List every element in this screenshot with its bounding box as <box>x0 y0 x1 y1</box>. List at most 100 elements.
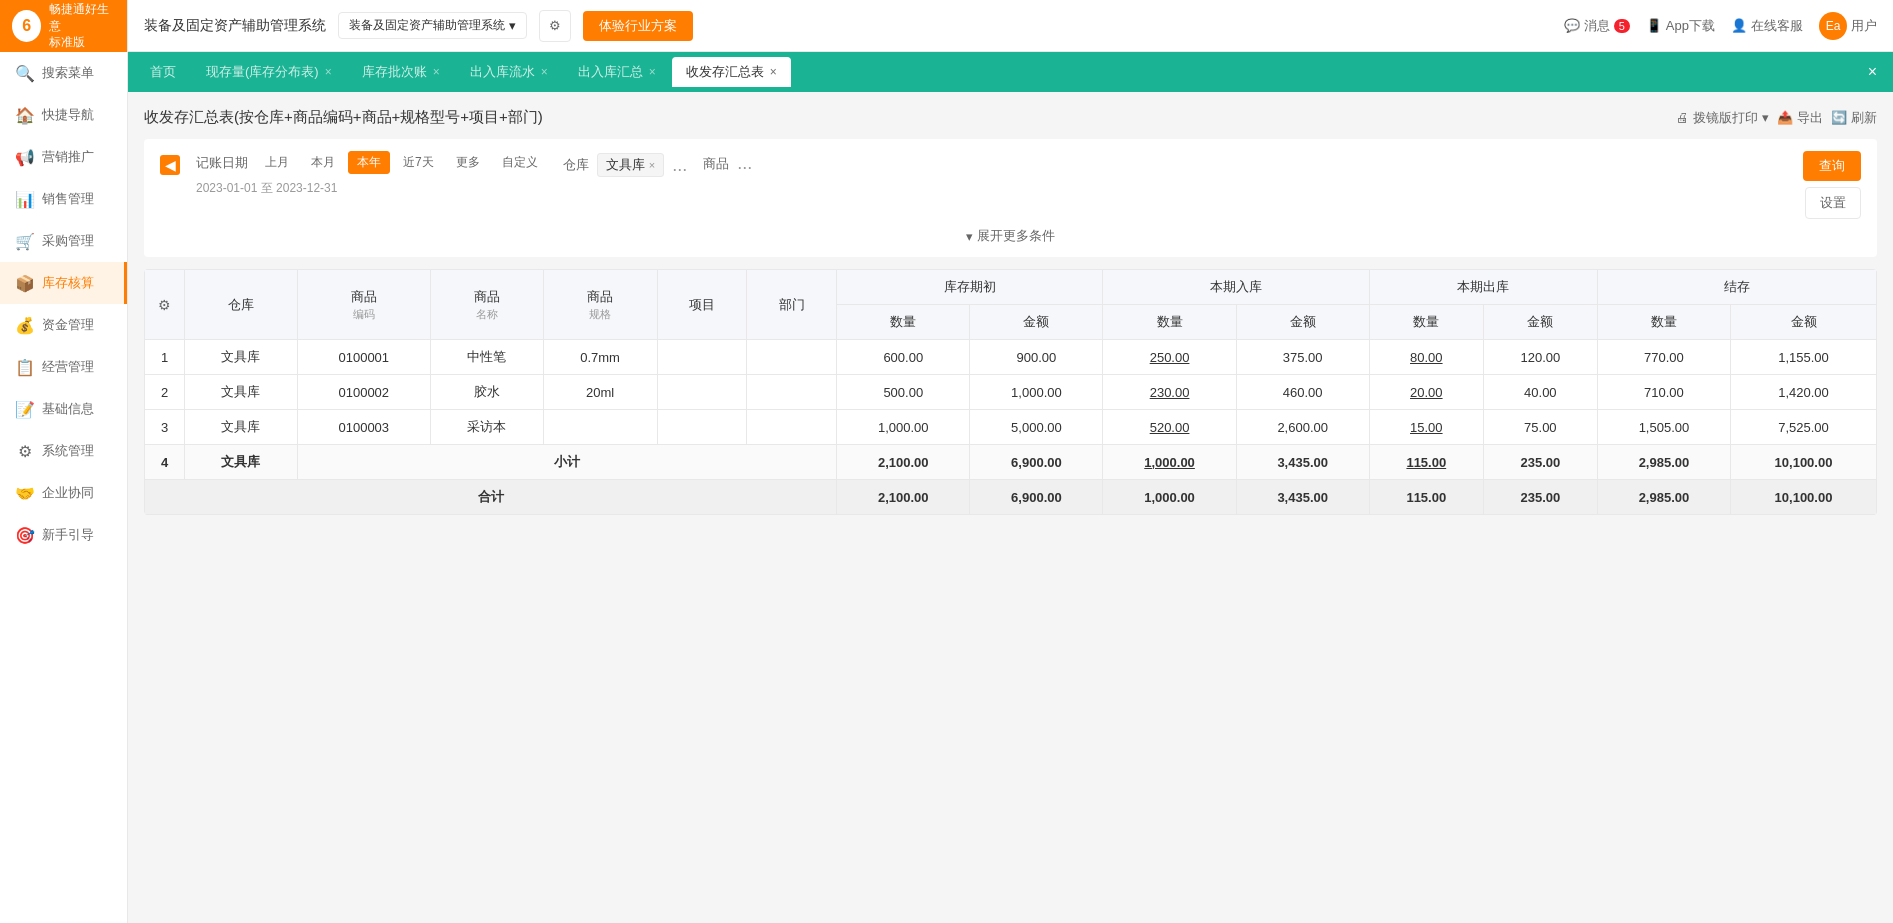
subtotal-opening-qty: 2,100.00 <box>837 445 970 480</box>
subtotal-in-qty[interactable]: 1,000.00 <box>1103 445 1236 480</box>
online-service-button[interactable]: 👤 在线客服 <box>1731 17 1803 35</box>
filter-area: ◀ 记账日期 上月 本月 本年 近7天 更多 自定义 <box>144 139 1877 257</box>
department-header: 部门 <box>747 270 837 340</box>
sidebar-item-system[interactable]: ⚙ 系统管理 <box>0 430 127 472</box>
enterprise-icon: 🤝 <box>16 484 34 502</box>
page-actions: 🖨 拨镜版打印 ▾ 📤 导出 🔄 刷新 <box>1676 109 1877 127</box>
warehouse-tag[interactable]: 文具库 × <box>597 153 664 177</box>
row-in-qty[interactable]: 520.00 <box>1103 410 1236 445</box>
row-in-qty[interactable]: 250.00 <box>1103 340 1236 375</box>
warehouse-tag-close-icon[interactable]: × <box>649 159 655 171</box>
message-button[interactable]: 💬 消息 5 <box>1564 17 1630 35</box>
phone-icon: 📱 <box>1646 18 1662 33</box>
chevron-down-icon: ▾ <box>1762 110 1769 125</box>
sidebar-item-capital[interactable]: 💰 资金管理 <box>0 304 127 346</box>
row-opening-qty: 500.00 <box>837 375 970 410</box>
this-month-btn[interactable]: 本月 <box>302 151 344 174</box>
tab-close-icon[interactable]: × <box>770 65 777 79</box>
last-7-days-btn[interactable]: 近7天 <box>394 151 443 174</box>
row-opening-qty: 1,000.00 <box>837 410 970 445</box>
tab-close-icon[interactable]: × <box>325 65 332 79</box>
more-btn[interactable]: 更多 <box>447 151 489 174</box>
goods-spec-header: 商品规格 <box>543 270 657 340</box>
date-buttons: 上月 本月 本年 近7天 更多 自定义 <box>256 151 547 174</box>
expand-row: ▾ 展开更多条件 <box>160 227 1861 245</box>
row-in-qty[interactable]: 230.00 <box>1103 375 1236 410</box>
row-department <box>747 340 837 375</box>
opening-header: 库存期初 <box>837 270 1103 305</box>
expand-button[interactable]: ▾ 展开更多条件 <box>966 227 1055 245</box>
tab-close-icon[interactable]: × <box>649 65 656 79</box>
main-content: 首页 现存量(库存分布表) × 库存批次账 × 出入库流水 × 出入库汇总 × … <box>128 52 1893 923</box>
app-download-button[interactable]: 📱 App下载 <box>1646 17 1715 35</box>
subtotal-balance-qty: 2,985.00 <box>1597 445 1730 480</box>
refresh-icon: 🔄 <box>1831 110 1847 125</box>
goods-label: 商品 <box>703 155 729 173</box>
logo-icon: 6 <box>12 10 41 42</box>
refresh-button[interactable]: 🔄 刷新 <box>1831 109 1877 127</box>
goods-more[interactable]: ... <box>737 153 752 174</box>
tab-recv-send-summary[interactable]: 收发存汇总表 × <box>672 57 791 87</box>
custom-btn[interactable]: 自定义 <box>493 151 547 174</box>
sidebar-item-marketing[interactable]: 📢 营销推广 <box>0 136 127 178</box>
tab-close-icon[interactable]: × <box>541 65 548 79</box>
total-balance-qty: 2,985.00 <box>1597 480 1730 515</box>
tab-bar: 首页 现存量(库存分布表) × 库存批次账 × 出入库流水 × 出入库汇总 × … <box>128 52 1893 92</box>
balance-amt-header: 金额 <box>1731 305 1877 340</box>
row-out-qty[interactable]: 15.00 <box>1369 410 1483 445</box>
last-month-btn[interactable]: 上月 <box>256 151 298 174</box>
tab-home-label: 首页 <box>150 63 176 81</box>
user-button[interactable]: Ea 用户 <box>1819 12 1877 40</box>
subtotal-row: 4 文具库 小计 2,100.00 6,900.00 1,000.00 3,43… <box>145 445 1877 480</box>
system-selector[interactable]: 装备及固定资产辅助管理系统 ▾ <box>338 12 527 39</box>
avatar: Ea <box>1819 12 1847 40</box>
sidebar-item-operation[interactable]: 📋 经营管理 <box>0 346 127 388</box>
filter-toggle[interactable]: ◀ <box>160 155 180 175</box>
row-out-amt: 40.00 <box>1483 375 1597 410</box>
row-out-qty[interactable]: 80.00 <box>1369 340 1483 375</box>
tab-in-out-summary[interactable]: 出入库汇总 × <box>564 57 670 87</box>
sidebar-item-search[interactable]: 🔍 搜索菜单 <box>0 52 127 94</box>
query-button[interactable]: 查询 <box>1803 151 1861 181</box>
home-icon: 🏠 <box>16 106 34 124</box>
tab-close-icon[interactable]: × <box>433 65 440 79</box>
warehouse-more[interactable]: ... <box>672 155 687 176</box>
tab-batch-account[interactable]: 库存批次账 × <box>348 57 454 87</box>
export-button[interactable]: 📤 导出 <box>1777 109 1823 127</box>
in-amt-header: 金额 <box>1236 305 1369 340</box>
out-qty-header: 数量 <box>1369 305 1483 340</box>
expand-icon: ▾ <box>966 229 973 244</box>
subtotal-opening-amt: 6,900.00 <box>970 445 1103 480</box>
table-header: ⚙ 仓库 商品编码 商品名称 商品规格 项目 部门 库存期初 本期入库 本期出库… <box>145 270 1877 340</box>
table-container: ⚙ 仓库 商品编码 商品名称 商品规格 项目 部门 库存期初 本期入库 本期出库… <box>144 269 1877 515</box>
row-in-amt: 375.00 <box>1236 340 1369 375</box>
sidebar-item-inventory[interactable]: 📦 库存核算 <box>0 262 127 304</box>
operation-icon: 📋 <box>16 358 34 376</box>
this-year-btn[interactable]: 本年 <box>348 151 390 174</box>
trial-button[interactable]: 体验行业方案 <box>583 11 693 41</box>
row-in-amt: 460.00 <box>1236 375 1369 410</box>
tab-home[interactable]: 首页 <box>136 57 190 87</box>
total-opening-qty: 2,100.00 <box>837 480 970 515</box>
row-out-qty[interactable]: 20.00 <box>1369 375 1483 410</box>
sidebar-item-purchase[interactable]: 🛒 采购管理 <box>0 220 127 262</box>
message-icon: 💬 <box>1564 18 1580 33</box>
row-balance-amt: 1,420.00 <box>1731 375 1877 410</box>
sidebar-item-quick-nav[interactable]: 🏠 快捷导航 <box>0 94 127 136</box>
tab-in-out-flow[interactable]: 出入库流水 × <box>456 57 562 87</box>
filter-setting-button[interactable]: 设置 <box>1805 187 1861 219</box>
out-header: 本期出库 <box>1369 270 1597 305</box>
sidebar-item-guide[interactable]: 🎯 新手引导 <box>0 514 127 556</box>
row-goods-spec <box>543 410 657 445</box>
column-settings-icon[interactable]: ⚙ <box>158 297 171 313</box>
tab-inventory-dist[interactable]: 现存量(库存分布表) × <box>192 57 346 87</box>
subtotal-out-qty[interactable]: 115.00 <box>1369 445 1483 480</box>
settings-column-header: ⚙ <box>145 270 185 340</box>
tab-bar-close-button[interactable]: × <box>1860 59 1885 85</box>
settings-button[interactable]: ⚙ <box>539 10 571 42</box>
sidebar-item-basic-info[interactable]: 📝 基础信息 <box>0 388 127 430</box>
sidebar-item-enterprise[interactable]: 🤝 企业协同 <box>0 472 127 514</box>
sidebar-item-sales[interactable]: 📊 销售管理 <box>0 178 127 220</box>
marketing-icon: 📢 <box>16 148 34 166</box>
print-button[interactable]: 🖨 拨镜版打印 ▾ <box>1676 109 1769 127</box>
